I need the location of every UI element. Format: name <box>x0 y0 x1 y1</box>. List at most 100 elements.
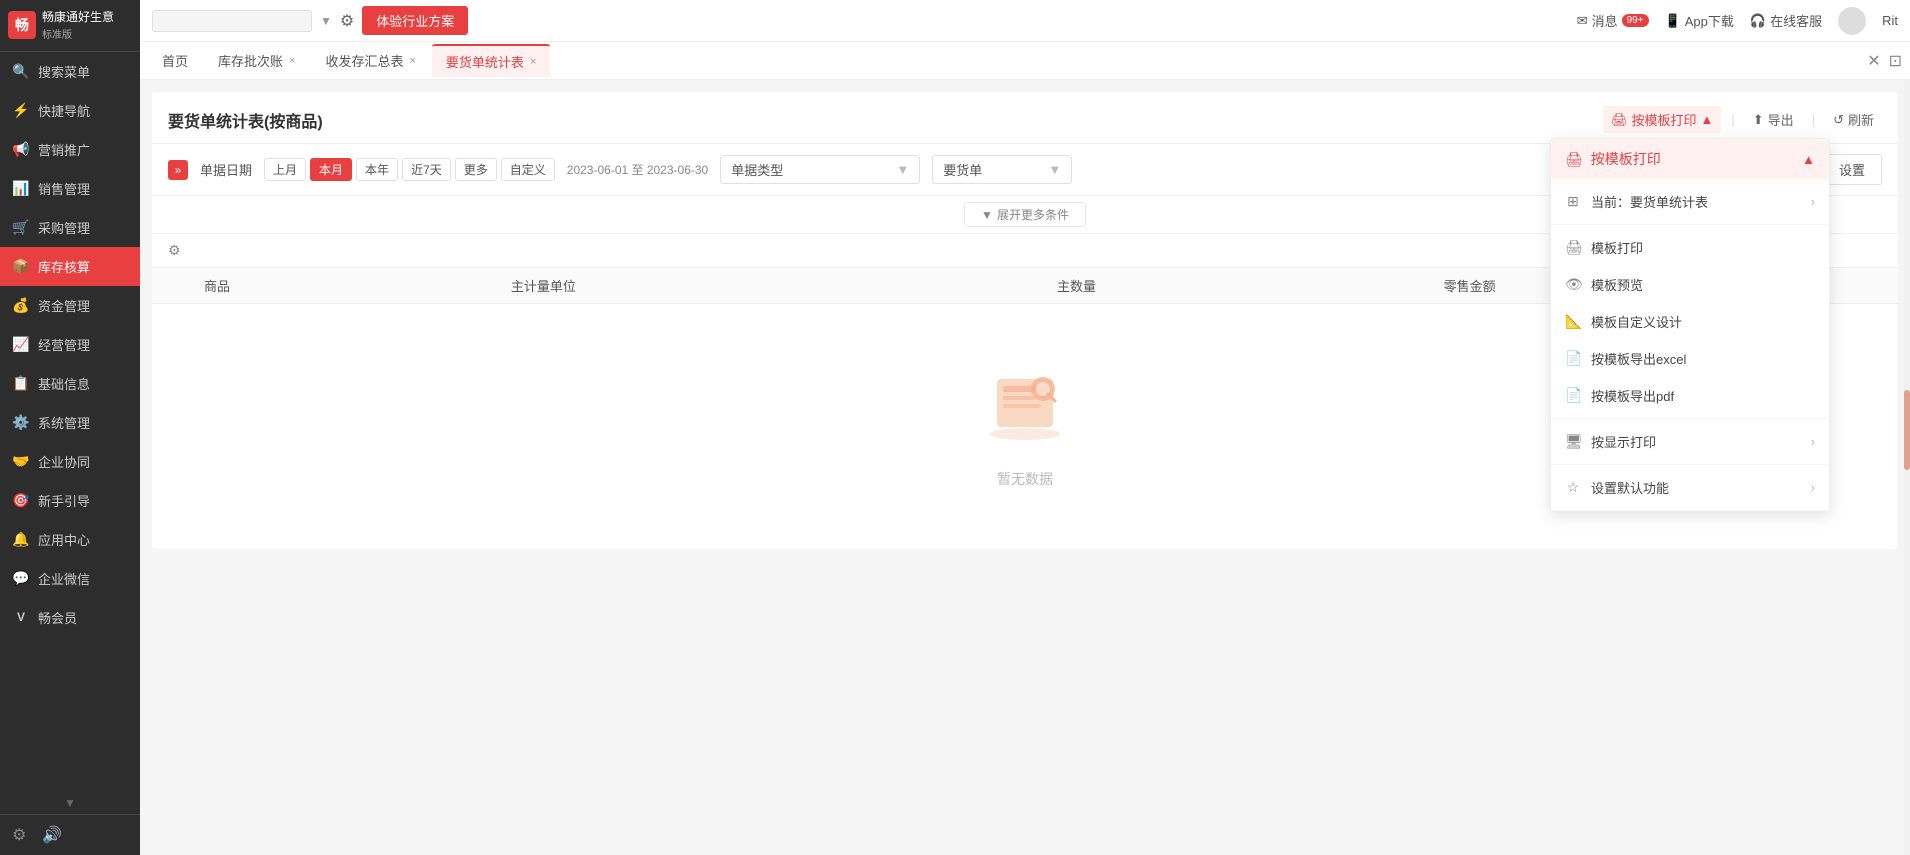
sidebar-item-beginner[interactable]: 🎯 新手引导 <box>0 481 140 520</box>
sidebar-item-purchase-label: 采购管理 <box>38 218 90 237</box>
tab-bar: 首页 库存批次账 × 收发存汇总表 × 要货单统计表 × ✕ ⊡ <box>140 42 1910 80</box>
date-filter-label: 单据日期 <box>200 160 252 179</box>
order-status-select[interactable]: 要货单 ▼ <box>932 155 1072 184</box>
date-btn-more[interactable]: 更多 <box>455 158 497 181</box>
logo-icon: 畅 <box>8 11 36 39</box>
date-btn-this-month[interactable]: 本月 <box>310 158 352 181</box>
sidebar-item-appstore[interactable]: 🔔 应用中心 <box>0 520 140 559</box>
sidebar-item-sales[interactable]: 📊 销售管理 <box>0 169 140 208</box>
dropdown-title: 按模板打印 <box>1591 149 1661 169</box>
tab-order-stats-close[interactable]: × <box>530 56 536 68</box>
date-btn-custom[interactable]: 自定义 <box>501 158 555 181</box>
dropdown-template-export-pdf[interactable]: 📄 按模板导出pdf <box>1551 377 1829 414</box>
sidebar-item-wechat[interactable]: 💬 企业微信 <box>0 559 140 598</box>
sidebar-item-member[interactable]: V 畅会员 <box>0 598 140 637</box>
print-template-label: 按模板打印 <box>1631 110 1696 129</box>
sidebar-item-marketing-label: 营销推广 <box>38 140 90 159</box>
topbar-right: ✉ 消息 99+ 📱 App下载 🎧 在线客服 Rit <box>1577 7 1898 35</box>
sidebar-item-system[interactable]: ⚙️ 系统管理 <box>0 403 140 442</box>
tab-inventory-batch-close[interactable]: × <box>289 55 295 67</box>
footer-sound-icon[interactable]: 🔊 <box>42 825 62 845</box>
app-logo: 畅 畅康通好生意 标准版 <box>0 0 140 52</box>
dropdown-header[interactable]: 🖨 按模板打印 ▲ <box>1551 139 1829 179</box>
export-label: 导出 <box>1768 110 1794 129</box>
template-custom-label: 模板自定义设计 <box>1591 312 1682 331</box>
sidebar-item-member-label: 畅会员 <box>38 608 77 627</box>
tab-home[interactable]: 首页 <box>148 45 202 76</box>
sidebar-item-operations[interactable]: 📈 经营管理 <box>0 325 140 364</box>
doc-type-chevron: ▼ <box>896 162 909 177</box>
order-status-chevron: ▼ <box>1048 162 1061 177</box>
date-button-group: 上月 本月 本年 近7天 更多 自定义 <box>264 158 555 181</box>
dropdown-template-preview[interactable]: 👁 模板预览 <box>1551 266 1829 303</box>
app-name: 畅康通好生意 <box>42 10 114 26</box>
export-btn[interactable]: ⬆ 导出 <box>1745 106 1802 133</box>
scrollbar-track[interactable] <box>1904 80 1910 855</box>
doc-type-select[interactable]: 单据类型 ▼ <box>720 155 920 184</box>
logo-text-group: 畅康通好生意 标准版 <box>42 10 114 41</box>
print-template-btn[interactable]: 🖨 按模板打印 ▲ <box>1603 106 1721 133</box>
topbar-settings-icon[interactable]: ⚙ <box>340 11 354 31</box>
dropdown-items-section: 🖨 模板打印 👁 模板预览 📐 模板自定义设计 📄 按模板导出excel 📄 按… <box>1551 225 1829 419</box>
dropdown-template-custom[interactable]: 📐 模板自定义设计 <box>1551 303 1829 340</box>
topbar-chevron-icon[interactable]: ▼ <box>320 14 332 28</box>
sidebar-scroll-down[interactable]: ▼ <box>0 792 140 814</box>
basic-icon: 📋 <box>12 375 30 392</box>
refresh-btn[interactable]: ↺ 刷新 <box>1825 106 1882 133</box>
date-btn-this-year[interactable]: 本年 <box>356 158 398 181</box>
message-label: 消息 <box>1592 11 1618 30</box>
app-download-icon: 📱 <box>1665 13 1681 29</box>
tab-receipt-summary-close[interactable]: × <box>409 55 415 67</box>
dropdown-display-print[interactable]: 🖥 按显示打印 › <box>1551 423 1829 460</box>
sidebar-item-marketing[interactable]: 📢 营销推广 <box>0 130 140 169</box>
display-print-label: 按显示打印 <box>1591 432 1656 451</box>
window-close-btn[interactable]: ✕ <box>1867 51 1880 71</box>
expand-more-btn[interactable]: ▼ 展开更多条件 <box>964 202 1086 227</box>
dropdown-set-default[interactable]: ☆ 设置默认功能 › <box>1551 469 1829 506</box>
date-btn-last-month[interactable]: 上月 <box>264 158 306 181</box>
scrollbar-thumb[interactable] <box>1904 390 1910 470</box>
topbar: ▼ ⚙ 体验行业方案 ✉ 消息 99+ 📱 App下载 🎧 在线客服 Rit <box>140 0 1910 42</box>
member-icon: V <box>12 610 30 624</box>
sidebar-item-finance[interactable]: 💰 资金管理 <box>0 286 140 325</box>
dropdown-template-print[interactable]: 🖨 模板打印 <box>1551 229 1829 266</box>
tab-order-stats[interactable]: 要货单统计表 × <box>432 44 550 77</box>
sidebar: 畅 畅康通好生意 标准版 🔍 搜索菜单 ⚡ 快捷导航 📢 营销推广 📊 销售管理… <box>0 0 140 855</box>
sidebar-item-basic[interactable]: 📋 基础信息 <box>0 364 140 403</box>
date-btn-last-7[interactable]: 近7天 <box>402 158 451 181</box>
message-btn[interactable]: ✉ 消息 99+ <box>1577 11 1649 30</box>
table-gear-icon[interactable]: ⚙ <box>168 242 181 259</box>
purchase-icon: 🛒 <box>12 219 30 236</box>
sidebar-item-inventory[interactable]: 📦 库存核算 <box>0 247 140 286</box>
sidebar-item-quick-nav[interactable]: ⚡ 快捷导航 <box>0 91 140 130</box>
doc-type-label: 单据类型 <box>731 160 783 179</box>
dropdown-collapse-icon[interactable]: ▲ <box>1802 152 1815 167</box>
settings-button[interactable]: 设置 <box>1822 154 1882 185</box>
dropdown-template-export-excel[interactable]: 📄 按模板导出excel <box>1551 340 1829 377</box>
sidebar-item-enterprise[interactable]: 🤝 企业协同 <box>0 442 140 481</box>
app-download-btn[interactable]: 📱 App下载 <box>1665 11 1734 30</box>
window-maximize-btn[interactable]: ⊡ <box>1889 51 1902 71</box>
sidebar-item-search[interactable]: 🔍 搜索菜单 <box>0 52 140 91</box>
tab-inventory-batch[interactable]: 库存批次账 × <box>204 45 309 76</box>
user-avatar[interactable] <box>1838 7 1866 35</box>
trial-button[interactable]: 体验行业方案 <box>362 6 468 35</box>
sidebar-item-purchase[interactable]: 🛒 采购管理 <box>0 208 140 247</box>
message-icon: ✉ <box>1577 13 1588 29</box>
app-badge: 标准版 <box>42 26 114 41</box>
sidebar-item-wechat-label: 企业微信 <box>38 569 90 588</box>
topbar-search-input[interactable] <box>152 10 312 32</box>
template-export-pdf-label: 按模板导出pdf <box>1591 386 1674 405</box>
headset-icon: 🎧 <box>1750 13 1766 29</box>
set-default-arrow: › <box>1811 480 1815 495</box>
sidebar-item-sales-label: 销售管理 <box>38 179 90 198</box>
dropdown-current-label: 当前：要货单统计表 <box>1591 192 1708 211</box>
filter-expand-btn[interactable]: » <box>168 160 188 180</box>
dropdown-current-item[interactable]: ⊞ 当前：要货单统计表 › <box>1551 183 1829 220</box>
dropdown-current-section: ⊞ 当前：要货单统计表 › <box>1551 179 1829 225</box>
footer-settings-icon[interactable]: ⚙ <box>12 825 26 845</box>
tab-receipt-summary[interactable]: 收发存汇总表 × <box>311 45 429 76</box>
online-service-btn[interactable]: 🎧 在线客服 <box>1750 11 1822 30</box>
quick-nav-icon: ⚡ <box>12 102 30 119</box>
tab-order-stats-label: 要货单统计表 <box>446 52 524 71</box>
